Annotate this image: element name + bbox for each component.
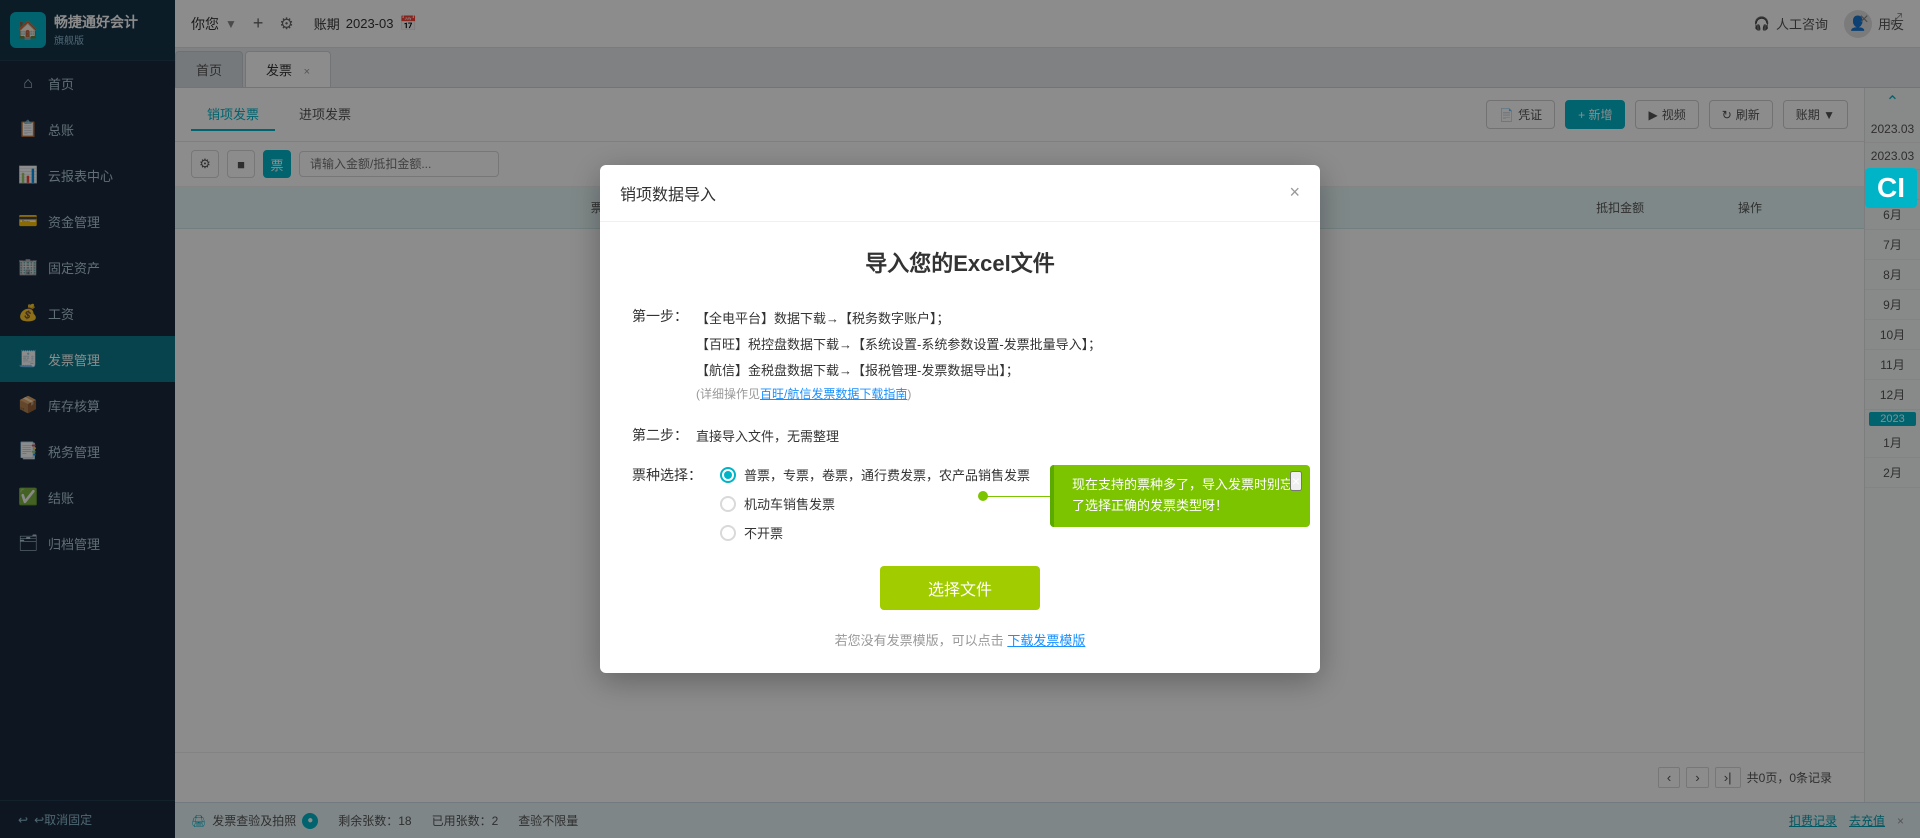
step1-content: 第一步： 【全电平台】数据下载→【税务数字账户】； 【百旺】税控盘数据下载→【系… <box>632 306 1288 406</box>
radio-normal-dot <box>724 471 732 479</box>
tooltip-text: 现在支持的票种多了，导入发票时别忘了选择正确的发票类型呀！ <box>1064 475 1296 517</box>
tooltip-box: 现在支持的票种多了，导入发票时别忘了选择正确的发票类型呀！ × <box>1050 465 1310 527</box>
step1-label: 第一步： <box>632 306 688 326</box>
step1-section: 第一步： 【全电平台】数据下载→【税务数字账户】； 【百旺】税控盘数据下载→【系… <box>632 306 1288 406</box>
tooltip-bar <box>1050 465 1054 527</box>
download-template-link[interactable]: 下载发票模版 <box>1007 633 1085 648</box>
modal-title: 销项数据导入 <box>620 181 716 205</box>
radio-motor-circle <box>720 496 736 512</box>
tooltip-close-button[interactable]: × <box>1290 471 1302 491</box>
modal-main-title: 导入您的Excel文件 <box>632 246 1288 278</box>
modal-overlay[interactable]: 销项数据导入 × 导入您的Excel文件 第一步： 【全电平台】数据下载→【税务… <box>0 0 1920 838</box>
tooltip-dot <box>978 491 988 501</box>
step1-line3: 【航信】金税盘数据下载→【报税管理-发票数据导出】； <box>696 358 1101 384</box>
radio-normal-circle <box>720 467 736 483</box>
step2-label: 第二步： <box>632 425 688 445</box>
tooltip-line <box>980 496 1050 497</box>
footer-text: 若您没有发票模版，可以点击 <box>835 633 1004 648</box>
step1-line1: 【全电平台】数据下载→【税务数字账户】； <box>696 306 1101 332</box>
ticket-choice: 票种选择： 普票，专票，卷票，通行费发票，农产品销售发票 <box>632 465 1288 542</box>
modal-body: 导入您的Excel文件 第一步： 【全电平台】数据下载→【税务数字账户】； 【百… <box>600 222 1320 674</box>
ci-badge: CI <box>1865 168 1917 208</box>
select-file-button[interactable]: 选择文件 <box>880 566 1040 610</box>
modal-footer: 若您没有发票模版，可以点击 下载发票模版 <box>632 630 1288 649</box>
step1-note: (详细操作见百旺/航信发票数据下载指南) <box>696 384 1101 406</box>
step1-link[interactable]: 百旺/航信发票数据下载指南 <box>760 387 907 401</box>
radio-motor-label: 机动车销售发票 <box>744 494 835 513</box>
step2-section: 第二步： 直接导入文件，无需整理 <box>632 425 1288 445</box>
radio-none-label: 不开票 <box>744 523 783 542</box>
step1-lines: 【全电平台】数据下载→【税务数字账户】； 【百旺】税控盘数据下载→【系统设置-系… <box>696 306 1101 406</box>
step2-text: 直接导入文件，无需整理 <box>696 426 839 445</box>
ticket-label: 票种选择： <box>632 465 702 485</box>
modal-close-button[interactable]: × <box>1289 182 1300 203</box>
radio-group-wrapper: 普票，专票，卷票，通行费发票，农产品销售发票 机动车销售发票 不开票 <box>710 465 1030 542</box>
radio-none-circle <box>720 525 736 541</box>
select-file-section: 选择文件 <box>632 566 1288 610</box>
step1-line2: 【百旺】税控盘数据下载→【系统设置-系统参数设置-发票批量导入】； <box>696 332 1101 358</box>
ticket-section: 票种选择： 普票，专票，卷票，通行费发票，农产品销售发票 <box>632 465 1288 542</box>
modal-header: 销项数据导入 × <box>600 165 1320 222</box>
tooltip-container: 现在支持的票种多了，导入发票时别忘了选择正确的发票类型呀！ × <box>980 465 1310 527</box>
modal: 销项数据导入 × 导入您的Excel文件 第一步： 【全电平台】数据下载→【税务… <box>600 165 1320 674</box>
step2-content: 第二步： 直接导入文件，无需整理 <box>632 425 1288 445</box>
